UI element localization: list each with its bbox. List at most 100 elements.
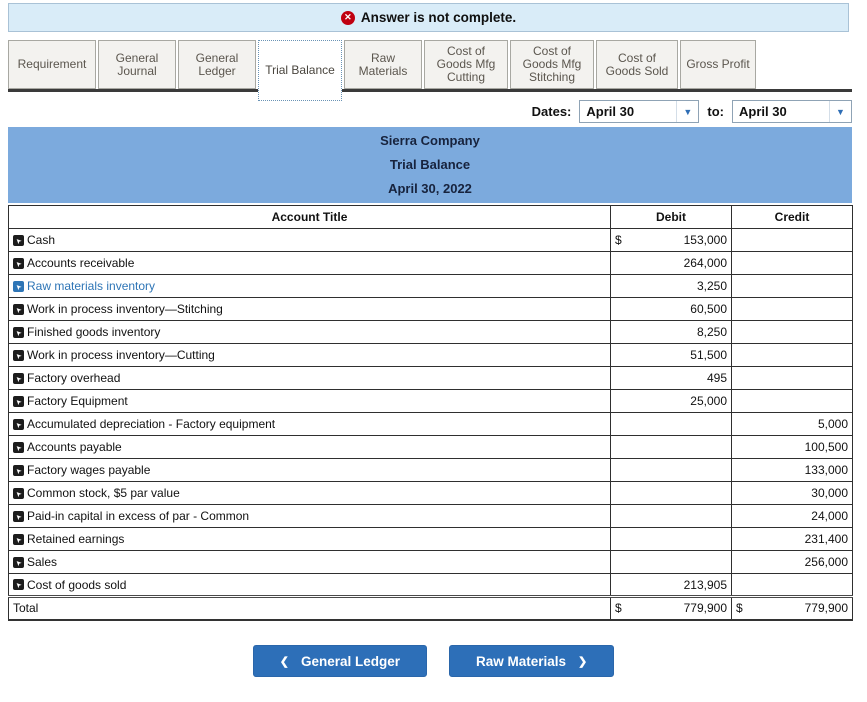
account-cell: ➤ Work in process inventory—Cutting [8,343,611,367]
tab-requirement[interactable]: Requirement [8,40,96,89]
account-label: Finished goods inventory [27,325,161,339]
credit-value: 5,000 [817,417,848,431]
undo-arrow-icon: ➤ [13,487,24,499]
account-cell: ➤ Cost of goods sold [8,573,611,597]
account-cell: ➤ Raw materials inventory [8,274,611,298]
account-label: Factory overhead [27,371,121,385]
table-row: ➤ Finished goods inventory 8,250 [8,320,853,344]
account-label: Sales [27,555,58,569]
undo-arrow-icon: ➤ [13,257,24,269]
credit-cell: 30,000 [731,481,853,505]
account-label: Accumulated depreciation - Factory equip… [27,417,276,431]
table-row: ➤ Cost of goods sold 213,905 [8,573,853,597]
credit-cell: 231,400 [731,527,853,551]
tab-raw-materials[interactable]: Raw Materials [344,40,422,89]
report-title: Trial Balance [389,157,471,172]
credit-cell [731,573,853,597]
raw-materials-button[interactable]: Raw Materials ❯ [449,645,615,677]
debit-value: 213,905 [683,577,727,592]
table-row: ➤ Paid-in capital in excess of par - Comm… [8,504,853,528]
caret-down-icon: ▼ [676,101,698,122]
error-circle-x-icon: ✕ [340,10,355,25]
chevron-left-icon: ❮ [279,655,289,668]
table-body: ➤ Cash $153,000 ➤ Accounts receivable 264,000… [8,228,853,597]
credit-cell: 256,000 [731,550,853,574]
account-cell: ➤ Work in process inventory—Stitching [8,297,611,321]
tab-cost-of-goods-mfg-cutting[interactable]: Cost of Goods Mfg Cutting [424,40,508,89]
total-credit-value: 779,900 [804,601,848,616]
credit-value: 30,000 [811,486,848,500]
debit-cell [610,527,732,551]
column-header-account-title: Account Title [8,205,611,229]
debit-value: 51,500 [690,348,727,362]
table-row: ➤ Accounts receivable 264,000 [8,251,853,275]
table-row: ➤ Sales 256,000 [8,550,853,574]
debit-cell [610,435,732,459]
total-debit-currency: $ [615,601,622,616]
table-row: ➤ Factory Equipment 25,000 [8,389,853,413]
account-cell: ➤ Factory Equipment [8,389,611,413]
debit-currency: $ [615,233,622,247]
account-label: Cash [27,233,56,247]
general-ledger-button-label: General Ledger [300,653,400,669]
debit-cell: 213,905 [610,573,732,597]
undo-arrow-icon: ➤ [13,349,24,361]
dates-row: Dates: April 30 ▼ to: April 30 ▼ [532,100,852,123]
general-ledger-button[interactable]: ❮ General Ledger [252,645,427,677]
dates-to-select[interactable]: April 30 ▼ [732,100,852,123]
table-row: ➤ Common stock, $5 par value 30,000 [8,481,853,505]
total-credit-currency: $ [736,601,743,616]
tab-cost-of-goods-mfg-stitching[interactable]: Cost of Goods Mfg Stitching [510,40,594,89]
account-cell: ➤ Factory overhead [8,366,611,390]
report-date: April 30, 2022 [388,181,472,196]
account-cell: ➤ Common stock, $5 par value [8,481,611,505]
tab-cost-of-goods-sold[interactable]: Cost of Goods Sold [596,40,678,89]
report-company: Sierra Company [380,133,480,148]
undo-arrow-icon: ➤ [13,280,24,292]
debit-cell: 264,000 [610,251,732,275]
account-cell: ➤ Accounts receivable [8,251,611,275]
account-cell: ➤ Retained earnings [8,527,611,551]
debit-value: 495 [706,371,727,385]
account-label: Work in process inventory—Stitching [27,302,223,316]
undo-arrow-icon: ➤ [13,441,24,453]
debit-cell: 60,500 [610,297,732,321]
credit-value: 100,500 [804,440,848,454]
debit-cell: 51,500 [610,343,732,367]
account-link[interactable]: Raw materials inventory [27,279,155,293]
credit-cell: 24,000 [731,504,853,528]
table-row: ➤ Factory overhead 495 [8,366,853,390]
account-cell: ➤ Accounts payable [8,435,611,459]
account-label: Factory wages payable [27,463,151,477]
debit-cell: $153,000 [610,228,732,252]
table-row: ➤ Retained earnings 231,400 [8,527,853,551]
debit-value: 153,000 [683,233,727,247]
tab-general-journal[interactable]: General Journal [98,40,176,89]
report-header: Sierra Company Trial Balance April 30, 2… [8,127,852,203]
tab-gross-profit[interactable]: Gross Profit [680,40,756,89]
dates-from-select[interactable]: April 30 ▼ [579,100,700,123]
account-cell: ➤ Cash [8,228,611,252]
table-row: ➤ Accumulated depreciation - Factory equi… [8,412,853,436]
tab-trial-balance[interactable]: Trial Balance [258,40,342,101]
total-debit-cell: $ 779,900 [610,595,732,621]
tab-general-ledger[interactable]: General Ledger [178,40,256,89]
table-row: ➤ Work in process inventory—Cutting 51,500 [8,343,853,367]
bottom-nav: ❮ General Ledger Raw Materials ❯ [0,645,867,677]
total-label: Total [13,601,39,616]
debit-value: 3,250 [696,279,727,293]
credit-cell [731,297,853,321]
credit-cell [731,228,853,252]
account-label: Accounts payable [27,440,122,454]
credit-cell: 100,500 [731,435,853,459]
credit-cell [731,343,853,367]
debit-cell [610,458,732,482]
account-label: Factory Equipment [27,394,128,408]
credit-cell [731,389,853,413]
table-row: ➤ Accounts payable 100,500 [8,435,853,459]
total-label-cell: Total [8,595,611,621]
account-label: Cost of goods sold [27,577,127,592]
debit-cell [610,481,732,505]
debit-cell [610,412,732,436]
total-debit-value: 779,900 [683,601,727,616]
